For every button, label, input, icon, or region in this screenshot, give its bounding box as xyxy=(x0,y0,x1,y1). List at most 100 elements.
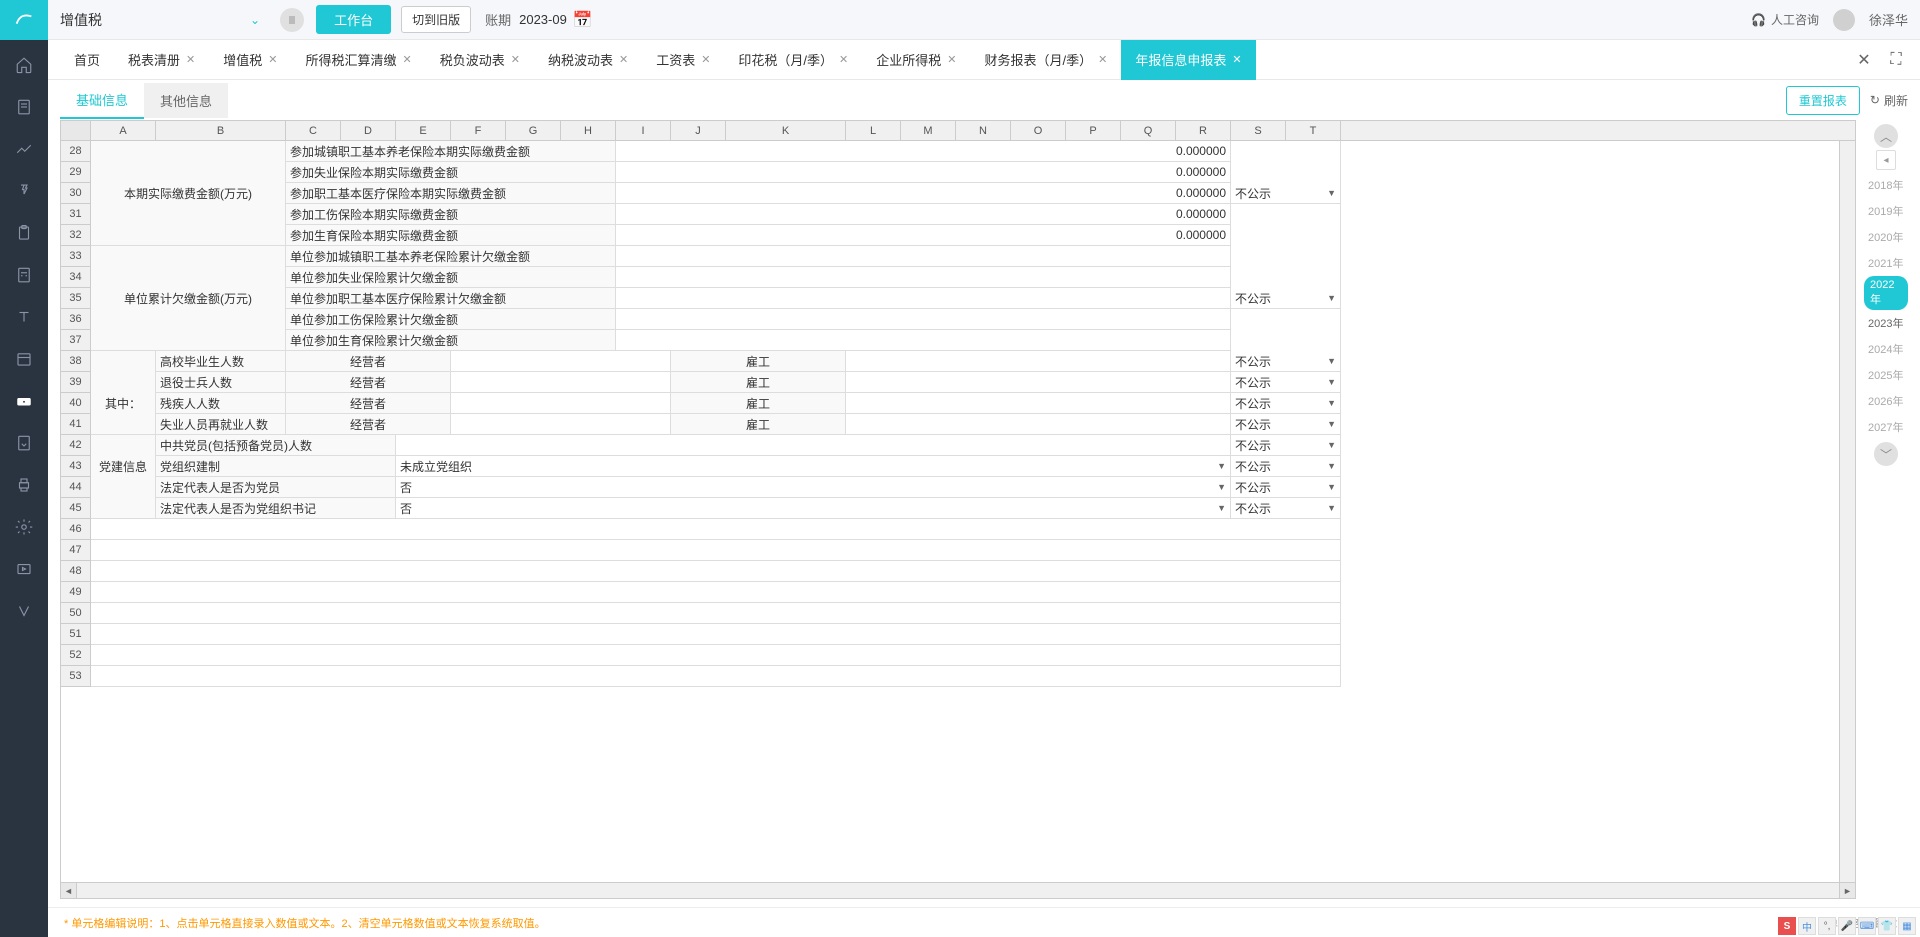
publish-cell[interactable]: 不公示▼ xyxy=(1231,372,1341,393)
close-icon[interactable]: ✕ xyxy=(839,53,848,66)
row-header[interactable]: 31 xyxy=(61,204,91,225)
col-header[interactable]: O xyxy=(1011,121,1066,140)
close-icon[interactable]: ✕ xyxy=(1098,53,1107,66)
calendar-icon[interactable]: 📅 xyxy=(573,10,593,30)
switch-old-button[interactable]: 切到旧版 xyxy=(401,6,471,33)
nav-export-icon[interactable] xyxy=(14,433,34,453)
input-cell[interactable] xyxy=(451,414,671,435)
col-header[interactable]: A xyxy=(91,121,156,140)
row-header[interactable]: 48 xyxy=(61,561,91,582)
row-header[interactable]: 30 xyxy=(61,183,91,204)
publish-cell[interactable]: 不公示▼ xyxy=(1231,477,1341,498)
input-cell[interactable] xyxy=(846,393,1231,414)
publish-cell[interactable] xyxy=(1231,246,1341,267)
year-item[interactable]: 2019年 xyxy=(1864,198,1908,224)
row-header[interactable]: 45 xyxy=(61,498,91,519)
empty-cell[interactable] xyxy=(91,540,1341,561)
row-header[interactable]: 53 xyxy=(61,666,91,687)
col-header[interactable]: L xyxy=(846,121,901,140)
period-value[interactable]: 2023-09 xyxy=(519,12,567,27)
row-header[interactable]: 49 xyxy=(61,582,91,603)
value-cell[interactable]: 0.000000 xyxy=(616,225,1231,246)
year-item[interactable]: 2018年 xyxy=(1864,172,1908,198)
year-item[interactable]: 2026年 xyxy=(1864,388,1908,414)
expand-icon[interactable]: ⛶ xyxy=(1884,48,1908,72)
col-header[interactable]: N xyxy=(956,121,1011,140)
publish-cell[interactable]: 不公示▼ xyxy=(1231,435,1341,456)
col-header[interactable]: I xyxy=(616,121,671,140)
nav-text-icon[interactable] xyxy=(14,307,34,327)
year-item[interactable]: 2022年 xyxy=(1864,276,1908,310)
ime-voice-icon[interactable]: 🎤 xyxy=(1838,917,1856,935)
row-header[interactable]: 46 xyxy=(61,519,91,540)
tab-item[interactable]: 所得税汇算清缴✕ xyxy=(291,40,425,80)
tab-item[interactable]: 首页 xyxy=(60,40,114,80)
year-item[interactable]: 2020年 xyxy=(1864,224,1908,250)
nav-clipboard-icon[interactable] xyxy=(14,223,34,243)
col-header[interactable]: T xyxy=(1286,121,1341,140)
tab-item[interactable]: 增值税✕ xyxy=(209,40,291,80)
ime-punct-icon[interactable]: °, xyxy=(1818,917,1836,935)
input-cell[interactable] xyxy=(451,351,671,372)
ime-menu-icon[interactable]: ▦ xyxy=(1898,917,1916,935)
publish-cell[interactable] xyxy=(1231,225,1341,246)
tab-item[interactable]: 工资表✕ xyxy=(642,40,724,80)
refresh-button[interactable]: ↻ 刷新 xyxy=(1870,92,1908,109)
publish-cell[interactable]: 不公示▼ xyxy=(1231,414,1341,435)
value-cell[interactable]: 0.000000 xyxy=(616,183,1231,204)
close-icon[interactable]: ✕ xyxy=(1232,53,1241,66)
workspace-button[interactable]: 工作台 xyxy=(316,5,391,34)
subtab-other[interactable]: 其他信息 xyxy=(144,83,228,118)
row-header[interactable]: 34 xyxy=(61,267,91,288)
col-header[interactable]: P xyxy=(1066,121,1121,140)
spreadsheet[interactable]: ABCDEFGHIJKLMNOPQRST 28参加城镇职工基本养老保险本期实际缴… xyxy=(60,120,1856,899)
year-up-icon[interactable]: ︿ xyxy=(1874,124,1898,148)
select-cell[interactable]: 否▼ xyxy=(396,477,1231,498)
year-item[interactable]: 2021年 xyxy=(1864,250,1908,276)
chevron-down-icon[interactable]: ⌄ xyxy=(250,13,260,27)
input-cell[interactable] xyxy=(846,351,1231,372)
row-header[interactable]: 41 xyxy=(61,414,91,435)
publish-cell[interactable] xyxy=(1231,204,1341,225)
year-item[interactable]: 2024年 xyxy=(1864,336,1908,362)
row-header[interactable]: 32 xyxy=(61,225,91,246)
publish-cell[interactable]: 不公示▼ xyxy=(1231,498,1341,519)
row-header[interactable]: 47 xyxy=(61,540,91,561)
year-item[interactable]: 2023年 xyxy=(1864,310,1908,336)
empty-cell[interactable] xyxy=(91,603,1341,624)
row-header[interactable]: 44 xyxy=(61,477,91,498)
nav-doc-icon[interactable] xyxy=(14,97,34,117)
empty-cell[interactable] xyxy=(91,561,1341,582)
scroll-left-icon[interactable]: ◄ xyxy=(61,883,77,898)
empty-cell[interactable] xyxy=(91,582,1341,603)
tab-item[interactable]: 税表清册✕ xyxy=(114,40,209,80)
col-header[interactable]: D xyxy=(341,121,396,140)
doc-icon[interactable] xyxy=(280,8,304,32)
tab-item[interactable]: 印花税（月/季）✕ xyxy=(724,40,862,80)
nav-v-icon[interactable] xyxy=(14,601,34,621)
year-tag-icon[interactable]: ◂ xyxy=(1876,150,1896,170)
value-cell[interactable]: 0.000000 xyxy=(616,141,1231,162)
row-header[interactable]: 37 xyxy=(61,330,91,351)
col-header[interactable]: F xyxy=(451,121,506,140)
row-header[interactable]: 40 xyxy=(61,393,91,414)
tab-item[interactable]: 财务报表（月/季）✕ xyxy=(971,40,1122,80)
select-cell[interactable] xyxy=(396,435,1231,456)
publish-cell[interactable]: 不公示▼ xyxy=(1231,456,1341,477)
nav-video-icon[interactable] xyxy=(14,559,34,579)
close-all-tabs-icon[interactable]: ✕ xyxy=(1852,48,1876,72)
ime-lang-icon[interactable]: 中 xyxy=(1798,917,1816,935)
row-header[interactable]: 50 xyxy=(61,603,91,624)
nav-print-icon[interactable] xyxy=(14,475,34,495)
row-header[interactable]: 42 xyxy=(61,435,91,456)
col-header[interactable]: H xyxy=(561,121,616,140)
tab-item[interactable]: 纳税波动表✕ xyxy=(534,40,642,80)
nav-calc-icon[interactable] xyxy=(14,265,34,285)
close-icon[interactable]: ✕ xyxy=(268,53,277,66)
select-cell[interactable]: 未成立党组织▼ xyxy=(396,456,1231,477)
reset-button[interactable]: 重置报表 xyxy=(1786,86,1860,115)
close-icon[interactable]: ✕ xyxy=(403,53,412,66)
col-header[interactable]: R xyxy=(1176,121,1231,140)
nav-chart-icon[interactable] xyxy=(14,139,34,159)
publish-cell[interactable]: 不公示▼ xyxy=(1231,183,1341,204)
